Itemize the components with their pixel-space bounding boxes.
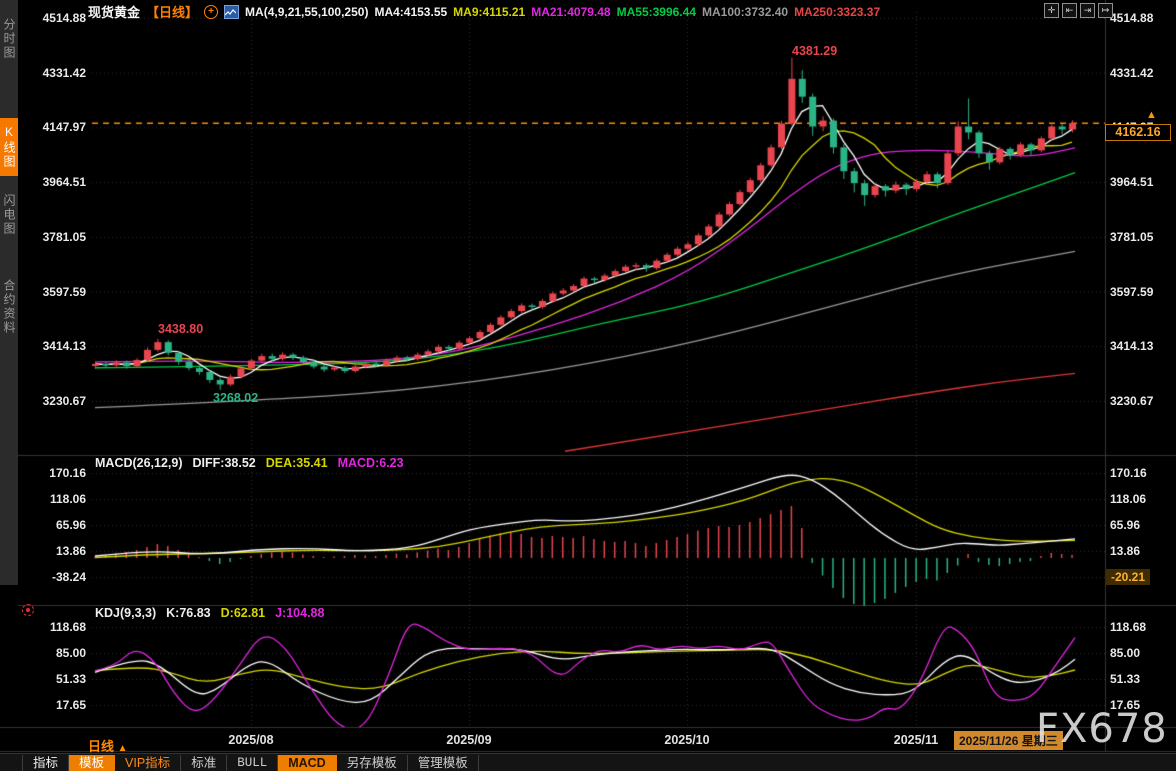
toolbar-standard[interactable]: 标准 — [181, 754, 228, 771]
trading-app: 分时图 K线图 闪电图 合约资料 现货黄金 【日线】 + MA(4,9,21,55… — [0, 0, 1176, 771]
ma100-value: MA100:3732.40 — [702, 4, 789, 19]
indicator-settings-icon[interactable] — [22, 604, 34, 616]
ma250-value: MA250:3323.37 — [794, 4, 881, 19]
kdj-header: KDJ(9,3,3) K:76.83 D:62.81 J:104.88 — [95, 606, 324, 620]
toolbar-macd[interactable]: MACD — [278, 754, 337, 771]
period-text: 日线 — [88, 739, 115, 754]
xaxis-month-label: 2025/08 — [228, 733, 274, 747]
macd-macd-value: MACD:6.23 — [337, 456, 404, 470]
ma9-value: MA9:4115.21 — [453, 4, 526, 19]
expand-icon[interactable]: + — [204, 4, 219, 19]
jump-latest-icon[interactable]: ↦ — [1098, 3, 1113, 18]
pan-icon[interactable]: ✛ — [1044, 3, 1059, 18]
chart-header: 现货黄金 【日线】 + MA(4,9,21,55,100,250) MA4:415… — [88, 2, 880, 21]
current-price-tag: 4162.16 — [1105, 124, 1171, 141]
macd-title: MACD(26,12,9) — [95, 456, 183, 470]
period-badge: 【日线】 — [146, 5, 199, 20]
chart-canvas[interactable] — [0, 0, 1176, 771]
ma21-value: MA21:4079.48 — [531, 4, 611, 19]
toolbar-indicators[interactable]: 指标 — [22, 754, 70, 771]
toolbar-manage-template[interactable]: 管理模板 — [408, 754, 479, 771]
swing-high-label: 3438.80 — [158, 322, 204, 336]
toolbar-template[interactable]: 模板 — [69, 754, 116, 771]
kdj-k-value: K:76.83 — [166, 606, 211, 620]
peak-price-label: 4381.29 — [792, 44, 838, 58]
ma4-value: MA4:4153.55 — [374, 4, 448, 19]
ma55-value: MA55:3996.44 — [616, 4, 696, 19]
sidebar-tab-lightning[interactable]: 闪电图 — [0, 182, 18, 248]
price-up-arrow-icon: ▲ — [1146, 109, 1157, 121]
kdj-title: KDJ(9,3,3) — [95, 606, 157, 620]
ma-group-label: MA(4,9,21,55,100,250) — [245, 4, 369, 19]
scale-left-icon[interactable]: ⇤ — [1062, 3, 1077, 18]
chart-window-controls: ✛ ⇤ ⇥ ↦ — [1044, 3, 1113, 18]
scale-right-icon[interactable]: ⇥ — [1080, 3, 1095, 18]
macd-dea-value: DEA:35.41 — [265, 456, 328, 470]
sidebar-tab-timeshare[interactable]: 分时图 — [0, 6, 18, 72]
macd-current-tag: -20.21 — [1106, 569, 1151, 585]
swing-low-label: 3268.02 — [213, 391, 259, 405]
macd-diff-value: DIFF:38.52 — [192, 456, 256, 470]
fx678-watermark: FX678 — [1036, 706, 1168, 752]
xaxis-month-label: 2025/09 — [446, 733, 492, 747]
kdj-j-value: J:104.88 — [275, 606, 325, 620]
xaxis-month-label: 2025/11 — [893, 733, 939, 747]
toolbar-bull[interactable]: BULL — [227, 754, 279, 771]
symbol-name: 现货黄金 — [88, 5, 141, 20]
toolbar-vip-indicators[interactable]: VIP指标 — [115, 754, 182, 771]
macd-header: MACD(26,12,9) DIFF:38.52 DEA:35.41 MACD:… — [95, 456, 404, 470]
left-sidebar: 分时图 K线图 闪电图 合约资料 — [0, 0, 18, 585]
kdj-d-value: D:62.81 — [220, 606, 266, 620]
xaxis-month-label: 2025/10 — [664, 733, 710, 747]
sidebar-tab-contract-info[interactable]: 合约资料 — [0, 262, 18, 352]
toolbar-save-template[interactable]: 另存模板 — [337, 754, 408, 771]
chart-type-icon[interactable] — [224, 4, 240, 19]
bottom-toolbar: 指标 模板 VIP指标 标准 BULL MACD 另存模板 管理模板 — [0, 753, 1176, 771]
sidebar-tab-kline[interactable]: K线图 — [0, 118, 18, 176]
